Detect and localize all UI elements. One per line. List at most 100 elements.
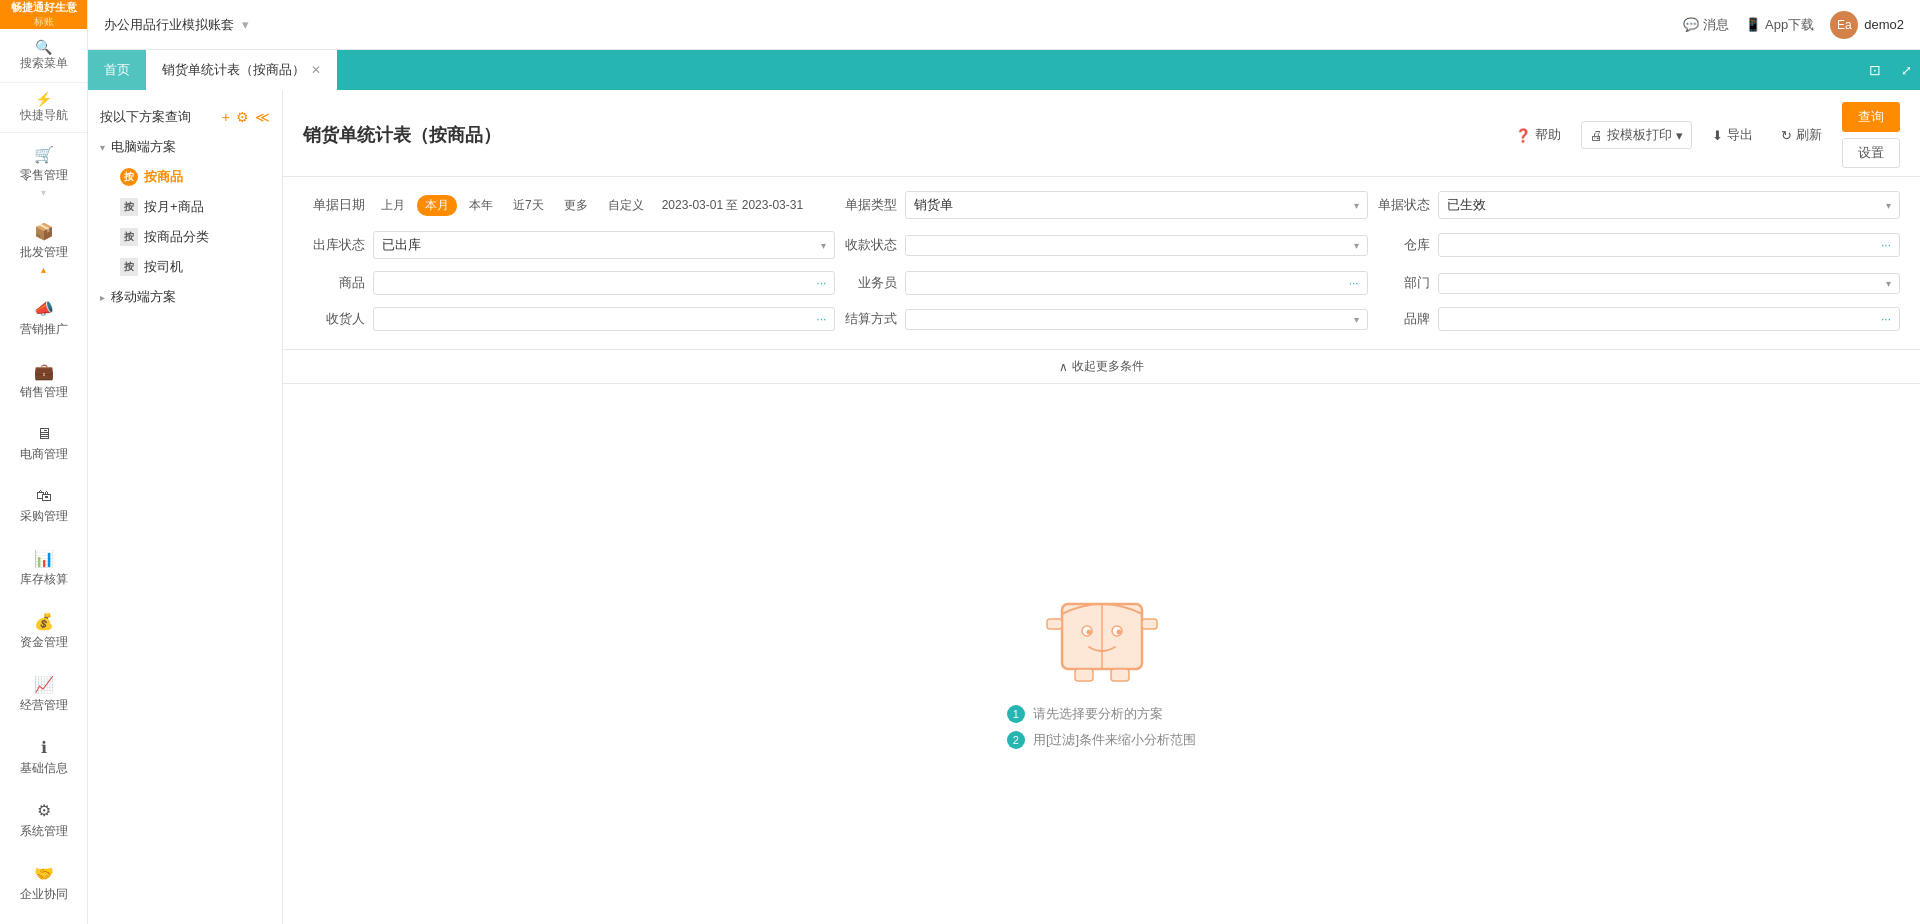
brand-input[interactable]: ··· <box>1438 307 1900 331</box>
date-tab-7days[interactable]: 近7天 <box>505 195 552 216</box>
sidebar-item-newbie[interactable]: 🔰 新手引导 <box>0 915 87 924</box>
docstatus-select[interactable]: 已生效 ▾ <box>1438 191 1900 219</box>
sidebar-item-finance[interactable]: 💰 资金管理 <box>0 600 87 663</box>
sidebar-item-system[interactable]: ⚙ 系统管理 <box>0 789 87 852</box>
filter-row-2: 出库状态 已出库 ▾ 收款状态 ▾ 仓库 <box>303 231 1900 259</box>
sidebar-item-operations[interactable]: 📈 经营管理 <box>0 663 87 726</box>
tab-home[interactable]: 首页 <box>88 50 146 90</box>
warehouse-status-dropdown-icon: ▾ <box>821 240 826 251</box>
message-icon: 💬 <box>1683 17 1699 32</box>
top-header: 办公用品行业模拟账套 ▾ 💬 消息 📱 App下载 Ea demo2 <box>88 0 1920 50</box>
sidebar-item-wholesale[interactable]: 📦 批发管理 ▴ <box>0 210 87 287</box>
tab-expand-icon[interactable]: ⊡ <box>1857 50 1893 90</box>
print-dropdown-icon[interactable]: ▾ <box>1676 128 1683 143</box>
sidebar-item-ecommerce[interactable]: 🖥 电商管理 <box>0 413 87 475</box>
refresh-button[interactable]: ↻ 刷新 <box>1773 122 1830 148</box>
export-icon: ⬇ <box>1712 128 1723 143</box>
filter-payment-status-col: 收款状态 ▾ <box>835 235 1367 256</box>
scheme-icon-category: 按 <box>120 228 138 246</box>
goods-label: 商品 <box>303 274 373 292</box>
department-dropdown-icon: ▾ <box>1886 278 1891 289</box>
sidebar-item-marketing[interactable]: 📣 营销推广 <box>0 287 87 350</box>
date-tab-custom[interactable]: 自定义 <box>600 195 652 216</box>
print-template-button[interactable]: 🖨 按模板打印 ▾ <box>1581 121 1692 149</box>
tip-text-2: 用[过滤]条件来缩小分析范围 <box>1033 731 1196 749</box>
date-tab-last-month[interactable]: 上月 <box>373 195 413 216</box>
sidebar-item-label: 采购管理 <box>20 508 68 525</box>
active-scheme-icon: 按 <box>120 168 138 186</box>
sidebar-quick-nav[interactable]: ⚡ 快捷导航 <box>0 83 87 133</box>
receiver-input[interactable]: ··· <box>373 307 835 331</box>
help-button[interactable]: ❓ 帮助 <box>1507 122 1569 148</box>
scheme-icon-driver: 按 <box>120 258 138 276</box>
query-button[interactable]: 查询 <box>1842 102 1900 132</box>
sidebar-item-sales[interactable]: 💼 销售管理 <box>0 350 87 413</box>
user-info[interactable]: Ea demo2 <box>1830 11 1904 39</box>
sidebar-item-label: 系统管理 <box>20 823 68 840</box>
sidebar-item-label: 营销推广 <box>20 321 68 338</box>
help-label: 帮助 <box>1535 126 1561 144</box>
app-download-action[interactable]: 📱 App下载 <box>1745 16 1814 34</box>
department-select[interactable]: ▾ <box>1438 273 1900 294</box>
tree-child-by-driver[interactable]: 按 按司机 <box>88 252 282 282</box>
goods-input[interactable]: ··· <box>373 271 835 295</box>
print-label: 按模板打印 <box>1607 126 1672 144</box>
sidebar-item-basic[interactable]: ℹ 基础信息 <box>0 726 87 789</box>
message-action[interactable]: 💬 消息 <box>1683 16 1729 34</box>
sidebar-item-retail[interactable]: 🛒 零售管理 ▾ <box>0 133 87 210</box>
add-scheme-icon[interactable]: + <box>222 109 230 125</box>
date-tab-this-year[interactable]: 本年 <box>461 195 501 216</box>
date-tab-this-month[interactable]: 本月 <box>417 195 457 216</box>
setting-scheme-icon[interactable]: ⚙ <box>236 109 249 125</box>
settlement-select[interactable]: ▾ <box>905 309 1367 330</box>
doctype-select[interactable]: 销货单 ▾ <box>905 191 1367 219</box>
warehouse-label: 仓库 <box>1368 236 1438 254</box>
sidebar-item-label: 企业协同 <box>20 886 68 903</box>
svg-point-4 <box>1086 630 1091 635</box>
tree-child-by-driver-label: 按司机 <box>144 258 183 276</box>
goods-dots-icon: ··· <box>816 276 826 290</box>
sidebar-item-inventory[interactable]: 📊 库存核算 <box>0 537 87 600</box>
sidebar-item-label: 库存核算 <box>20 571 68 588</box>
filter-receiver-col: 收货人 ··· <box>303 307 835 331</box>
header-right: 💬 消息 📱 App下载 Ea demo2 <box>1683 11 1904 39</box>
date-tab-more[interactable]: 更多 <box>556 195 596 216</box>
brand-label: 品牌 <box>1368 310 1438 328</box>
tree-arrow-desktop: ▾ <box>100 142 105 153</box>
sidebar-item-label: 批发管理 <box>20 244 68 261</box>
settlement-dropdown-icon: ▾ <box>1354 314 1359 325</box>
sidebar-item-enterprise[interactable]: 🤝 企业协同 <box>0 852 87 915</box>
tab-close-icon[interactable]: ✕ <box>311 63 321 77</box>
tree-parent-desktop[interactable]: ▾ 电脑端方案 <box>88 132 282 162</box>
tree-child-by-product[interactable]: 按 按商品 <box>88 162 282 192</box>
app-dropdown-icon[interactable]: ▾ <box>242 17 249 32</box>
sidebar-search[interactable]: 🔍 搜索菜单 <box>0 29 87 83</box>
left-panel-icons: + ⚙ ≪ <box>222 109 270 125</box>
export-button[interactable]: ⬇ 导出 <box>1704 122 1761 148</box>
filter-docstatus-col: 单据状态 已生效 ▾ <box>1368 191 1900 219</box>
sidebar-item-label: 资金管理 <box>20 634 68 651</box>
filter-goods-col: 商品 ··· <box>303 271 835 295</box>
tab-sales-report[interactable]: 销货单统计表（按商品） ✕ <box>146 50 337 90</box>
warehouse-input[interactable]: ··· <box>1438 233 1900 257</box>
sidebar-item-purchase[interactable]: 🛍 采购管理 <box>0 475 87 537</box>
salesperson-input[interactable]: ··· <box>905 271 1367 295</box>
collapse-panel-icon[interactable]: ≪ <box>255 109 270 125</box>
tree-child-by-category[interactable]: 按 按商品分类 <box>88 222 282 252</box>
tree-child-by-month-label: 按月+商品 <box>144 198 204 216</box>
payment-status-select[interactable]: ▾ <box>905 235 1367 256</box>
date-range-text: 2023-03-01 至 2023-03-31 <box>662 197 803 214</box>
tree-child-by-month-product[interactable]: 按 按月+商品 <box>88 192 282 222</box>
logo-text: 畅捷通好生意 <box>11 0 77 15</box>
refresh-label: 刷新 <box>1796 126 1822 144</box>
warehouse-status-select[interactable]: 已出库 ▾ <box>373 231 835 259</box>
salesperson-label: 业务员 <box>835 274 905 292</box>
collapse-button[interactable]: ∧ 收起更多条件 <box>1059 358 1144 375</box>
tree-parent-mobile[interactable]: ▸ 移动端方案 <box>88 282 282 312</box>
setting-button[interactable]: 设置 <box>1842 138 1900 168</box>
username: demo2 <box>1864 17 1904 32</box>
app-download-label: App下载 <box>1765 16 1814 34</box>
tab-fullscreen-icon[interactable]: ⤢ <box>1893 50 1920 90</box>
filter-row-3: 商品 ··· 业务员 ··· 部门 <box>303 271 1900 295</box>
tip-num-1: 1 <box>1007 705 1025 723</box>
